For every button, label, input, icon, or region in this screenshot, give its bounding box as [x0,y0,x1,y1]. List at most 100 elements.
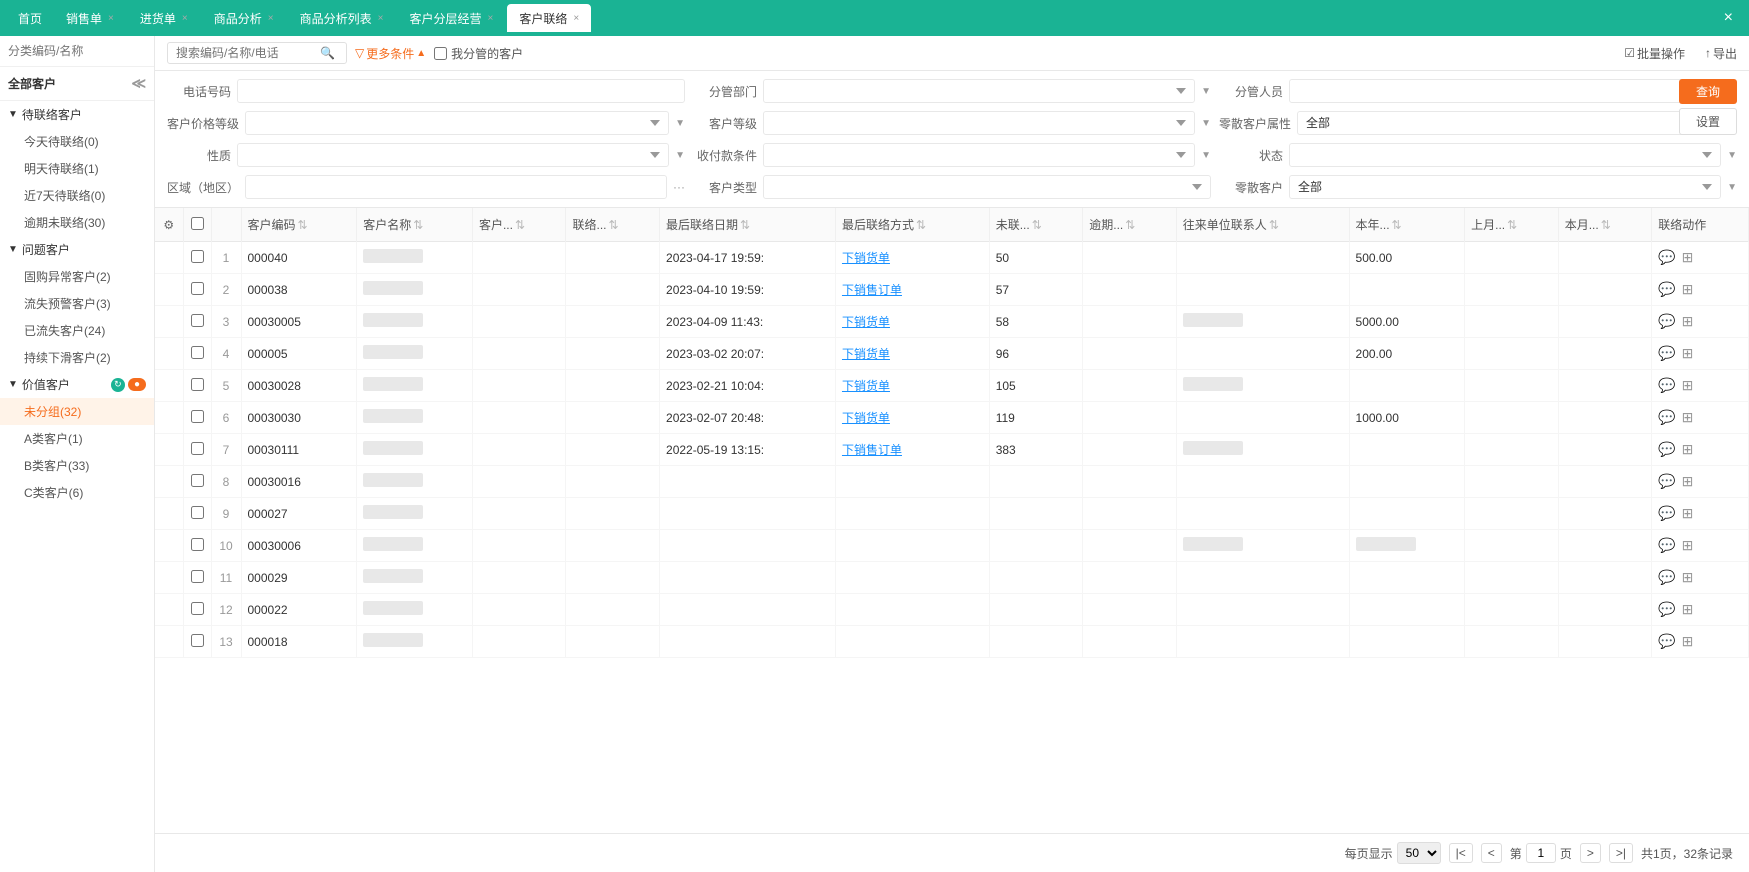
last-date-col-header[interactable]: 最后联络日期⇅ [660,208,836,242]
region-input[interactable] [245,175,667,199]
chat-icon[interactable]: 💬 [1658,569,1675,586]
retail-attr-select[interactable]: 全部 [1297,111,1721,135]
sidebar-item-group-a[interactable]: A类客户(1) [0,425,154,452]
person-input[interactable] [1289,79,1719,103]
settings-gear-icon[interactable]: ⚙ [163,218,174,232]
row-checkbox[interactable] [191,506,204,519]
sidebar-item-lost[interactable]: 已流失客户(24) [0,317,154,344]
contact-method-link[interactable]: 下销售订单 [842,283,902,297]
settings-col-header[interactable]: ⚙ [155,208,183,242]
row-checkbox[interactable] [191,314,204,327]
row-checkbox[interactable] [191,282,204,295]
payment-select[interactable] [763,143,1195,167]
contact-method-link[interactable]: 下销货单 [842,315,890,329]
my-customers-input[interactable] [434,47,447,60]
close-all-btn[interactable]: × [1716,9,1741,27]
chat-icon[interactable]: 💬 [1658,249,1675,266]
grid-icon[interactable]: ⊞ [1682,601,1694,618]
tab-analysis[interactable]: 商品分析 × [202,4,286,32]
grid-icon[interactable]: ⊞ [1682,409,1694,426]
contact-col-header[interactable]: 联络...⇅ [566,208,660,242]
customer-type-col-header[interactable]: 客户...⇅ [472,208,566,242]
row-checkbox[interactable] [191,442,204,455]
tab-customer-segment[interactable]: 客户分层经营 × [397,4,505,32]
row-last-method[interactable]: 下销货单 [835,338,989,370]
select-all-checkbox[interactable] [191,217,204,230]
sidebar-item-unclassified[interactable]: 未分组(32) [0,398,154,425]
row-checkbox[interactable] [191,634,204,647]
dept-expand-icon[interactable]: ▼ [1201,86,1211,97]
reset-btn[interactable]: 设置 [1679,108,1737,135]
row-last-method[interactable] [835,626,989,658]
sidebar-item-7days[interactable]: 近7天待联络(0) [0,182,154,209]
name-col-header[interactable]: 客户名称⇅ [357,208,473,242]
all-customers-section[interactable]: 全部客户 ≪ [0,67,154,101]
prev-page-btn[interactable]: < [1481,843,1502,863]
this-month-col-header[interactable]: 本月...⇅ [1558,208,1652,242]
row-checkbox[interactable] [191,346,204,359]
row-last-method[interactable]: 下销货单 [835,402,989,434]
batch-op-btn[interactable]: ☑ 批量操作 [1624,45,1685,62]
select-all-col[interactable] [183,208,211,242]
sidebar-item-group-c[interactable]: C类客户(6) [0,479,154,506]
query-btn[interactable]: 查询 [1679,79,1737,104]
grid-icon[interactable]: ⊞ [1682,505,1694,522]
chat-icon[interactable]: 💬 [1658,505,1675,522]
code-col-header[interactable]: 客户编码⇅ [241,208,357,242]
value-customers-group[interactable]: ▼ 价值客户 ↻ ● [0,371,154,398]
sidebar-item-declining[interactable]: 持续下滑客户(2) [0,344,154,371]
overdue-col-header[interactable]: 逾期...⇅ [1083,208,1177,242]
problem-customers-group[interactable]: ▼ 问题客户 [0,236,154,263]
sidebar-item-today[interactable]: 今天待联络(0) [0,128,154,155]
sidebar-item-tomorrow[interactable]: 明天待联络(1) [0,155,154,182]
chat-icon[interactable]: 💬 [1658,633,1675,650]
my-customers-checkbox[interactable]: 我分管的客户 [434,45,523,62]
region-dots[interactable]: ··· [673,180,685,194]
grid-icon[interactable]: ⊞ [1682,441,1694,458]
contact-method-link[interactable]: 下销售订单 [842,443,902,457]
row-last-method[interactable]: 下销售订单 [835,434,989,466]
grid-icon[interactable]: ⊞ [1682,249,1694,266]
grid-icon[interactable]: ⊞ [1682,569,1694,586]
row-last-method[interactable]: 下销售订单 [835,274,989,306]
customer-level-select[interactable] [763,111,1195,135]
per-page-select[interactable]: 50 [1397,842,1441,864]
tab-sales[interactable]: 销售单 × [54,4,126,32]
close-sales-tab[interactable]: × [108,13,114,24]
close-customer-contact-tab[interactable]: × [573,13,579,24]
close-purchase-tab[interactable]: × [182,13,188,24]
row-checkbox[interactable] [191,410,204,423]
close-analysis-list-tab[interactable]: × [378,13,384,24]
sidebar-item-overdue[interactable]: 逾期未联络(30) [0,209,154,236]
page-input[interactable] [1526,843,1556,863]
grid-icon[interactable]: ⊞ [1682,537,1694,554]
chat-icon[interactable]: 💬 [1658,441,1675,458]
chat-icon[interactable]: 💬 [1658,473,1675,490]
last-method-col-header[interactable]: 最后联络方式⇅ [835,208,989,242]
tab-purchase[interactable]: 进货单 × [128,4,200,32]
next-page-btn[interactable]: > [1580,843,1601,863]
price-level-select[interactable] [245,111,669,135]
row-last-method[interactable] [835,562,989,594]
chat-icon[interactable]: 💬 [1658,409,1675,426]
close-analysis-tab[interactable]: × [268,13,274,24]
row-last-method[interactable] [835,466,989,498]
row-checkbox[interactable] [191,602,204,615]
row-last-method[interactable]: 下销货单 [835,306,989,338]
row-last-method[interactable] [835,594,989,626]
chat-icon[interactable]: 💬 [1658,537,1675,554]
gender-select[interactable] [237,143,669,167]
sidebar-search-input[interactable] [8,44,155,58]
grid-icon[interactable]: ⊞ [1682,377,1694,394]
row-last-method[interactable]: 下销货单 [835,242,989,274]
search-icon[interactable]: 🔍 [320,46,335,60]
sidebar-item-group-b[interactable]: B类客户(33) [0,452,154,479]
chat-icon[interactable]: 💬 [1658,345,1675,362]
tab-customer-contact[interactable]: 客户联络 × [507,4,591,32]
grid-icon[interactable]: ⊞ [1682,633,1694,650]
grid-icon[interactable]: ⊞ [1682,281,1694,298]
search-input[interactable] [176,46,316,60]
chat-icon[interactable]: 💬 [1658,313,1675,330]
phone-input[interactable] [237,79,685,103]
tab-analysis-list[interactable]: 商品分析列表 × [288,4,396,32]
